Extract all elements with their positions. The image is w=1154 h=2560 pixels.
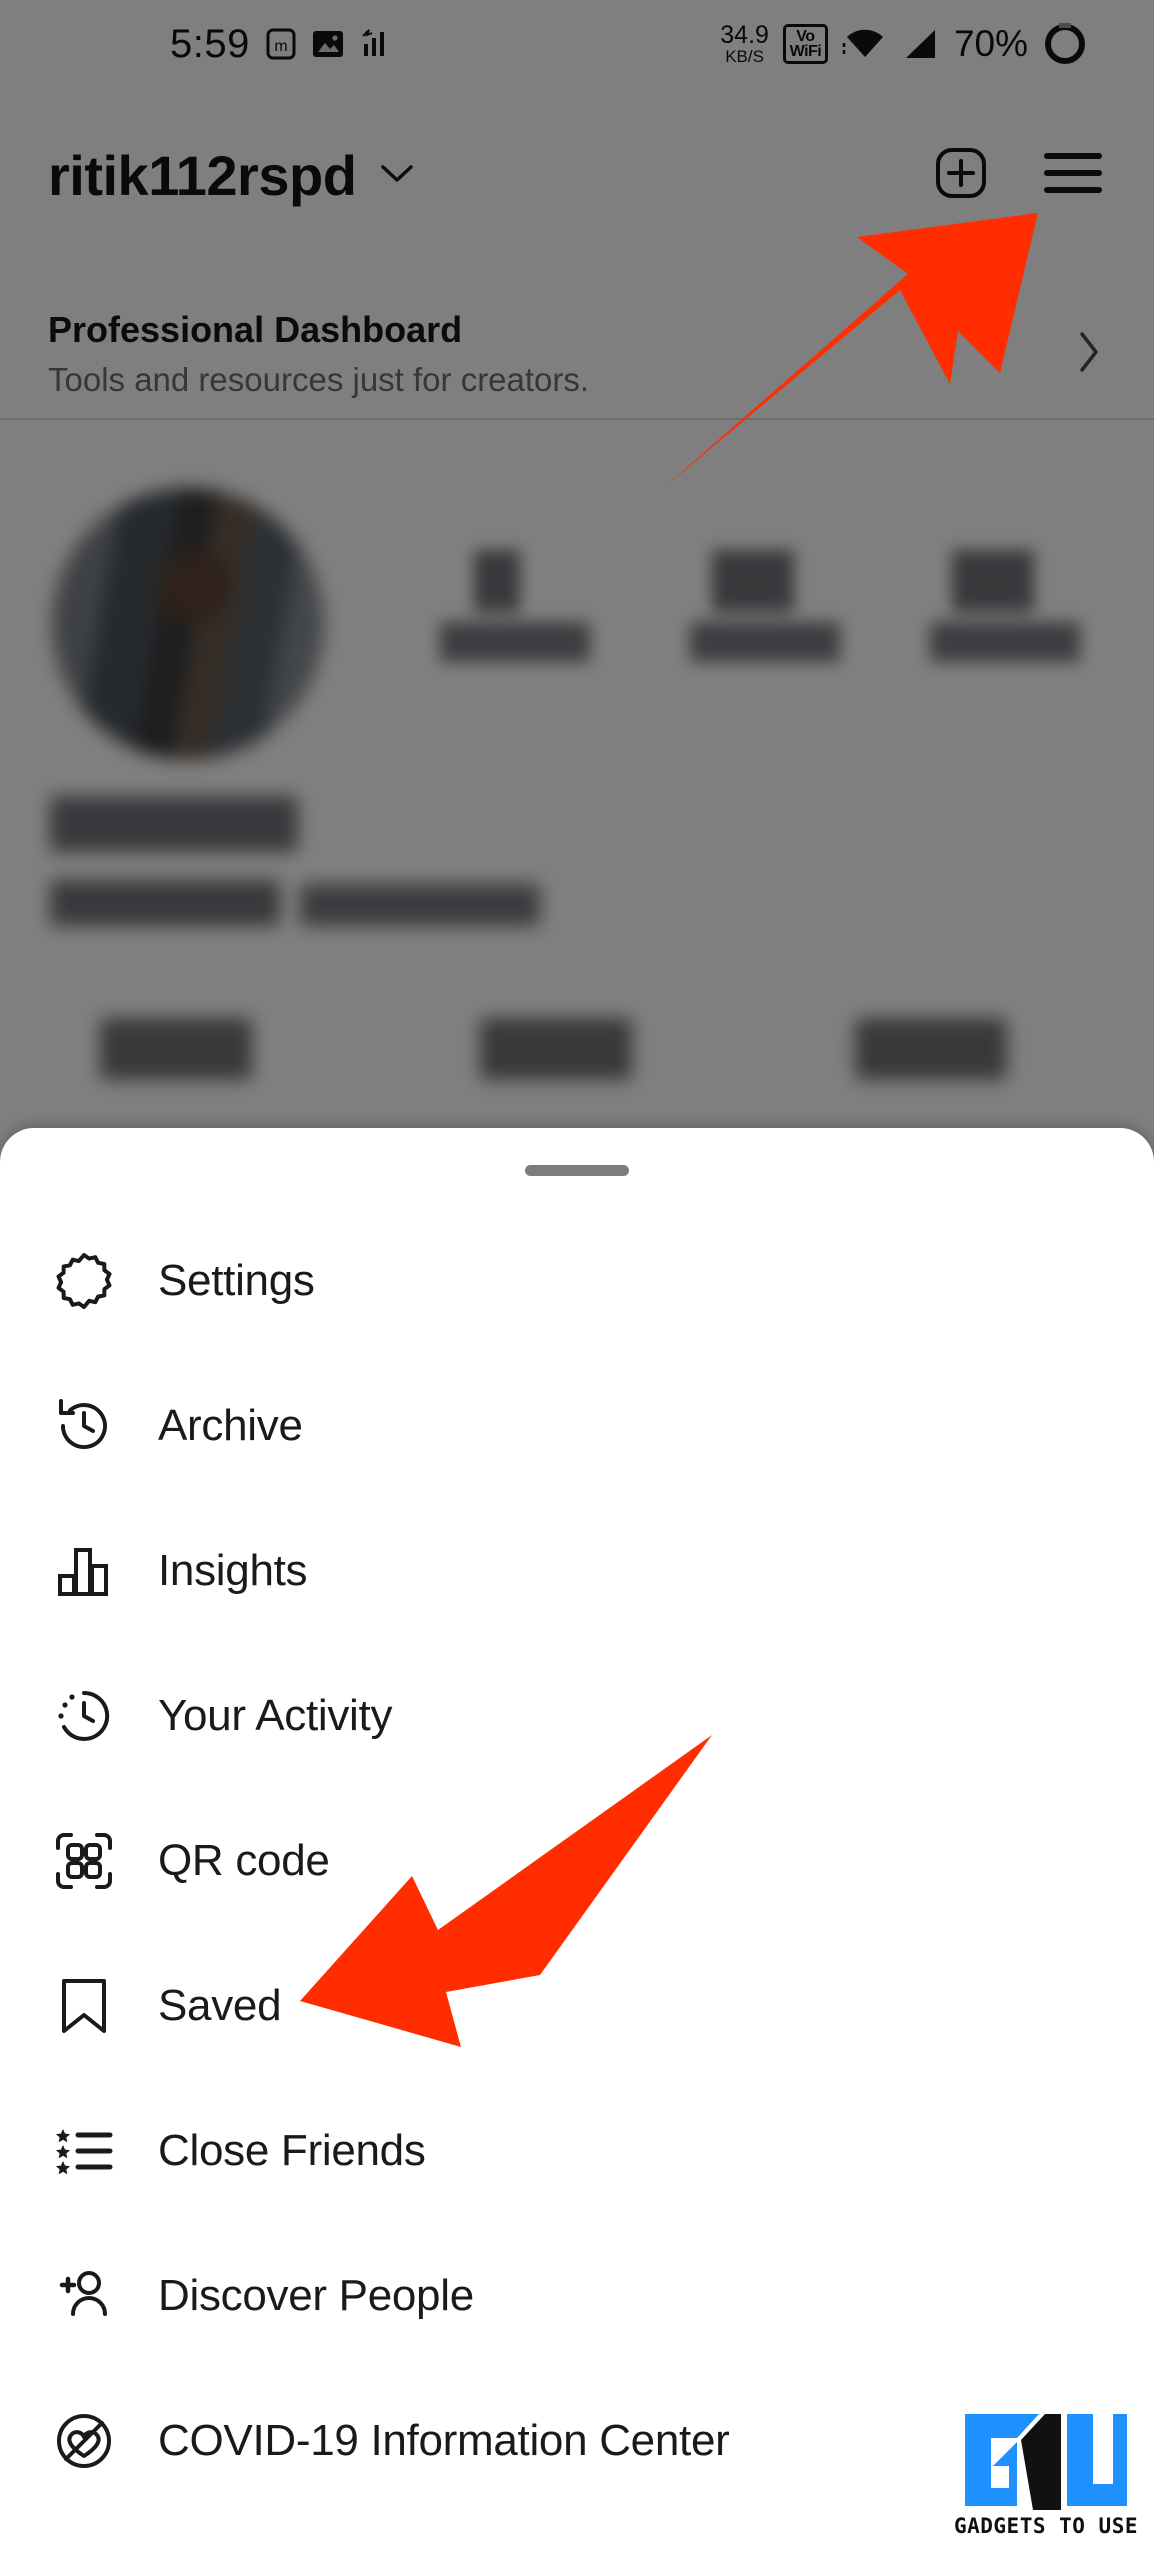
status-bar-left: 5:59 m <box>0 22 390 67</box>
menu-item-label: QR code <box>158 1835 330 1885</box>
chevron-right-icon <box>1076 329 1102 380</box>
profile-action-button-3[interactable] <box>855 1018 1007 1080</box>
vowifi-line2: WiFi <box>789 43 822 60</box>
menu-item-label: Settings <box>158 1255 315 1305</box>
menu-item-label: Saved <box>158 1980 282 2030</box>
professional-dashboard-subtitle: Tools and resources just for creators. <box>48 361 590 398</box>
professional-dashboard-row[interactable]: Professional Dashboard Tools and resourc… <box>0 290 1154 420</box>
sheet-drag-handle[interactable] <box>525 1165 629 1176</box>
battery-percent-label: 70% <box>953 23 1028 64</box>
heart-circle-icon <box>48 2405 120 2477</box>
stat-posts[interactable] <box>440 550 590 662</box>
menu-item-qr-code[interactable]: QR code <box>0 1788 1154 1933</box>
vowifi-icon: Vo WiFi <box>782 24 828 64</box>
profile-username: ritik112rspd <box>48 143 357 207</box>
gadgets-to-use-logo-icon <box>965 2414 1127 2510</box>
menu-item-label: Discover People <box>158 2270 474 2320</box>
profile-display-name <box>50 796 298 852</box>
menu-item-archive[interactable]: Archive <box>0 1353 1154 1498</box>
watermark-text: GADGETS TO USE <box>953 2514 1138 2538</box>
activity-clock-icon <box>48 1680 120 1752</box>
stat-following[interactable] <box>930 550 1080 662</box>
plus-box-icon[interactable] <box>930 142 992 209</box>
professional-dashboard-text: Professional Dashboard Tools and resourc… <box>48 309 589 399</box>
profile-action-button-1[interactable] <box>100 1018 252 1080</box>
data-speed-indicator: 34.9 KB/S <box>720 21 769 66</box>
menu-item-label: COVID-19 Information Center <box>158 2415 730 2465</box>
profile-header-actions <box>930 142 1104 209</box>
menu-item-label: Insights <box>158 1545 308 1595</box>
phone-screenshot: 5:59 m 34.9 KB/S Vo WiFi 70% ritik112rsp… <box>0 0 1154 2560</box>
menu-item-settings[interactable]: Settings <box>0 1208 1154 1353</box>
profile-body-blurred <box>0 440 1154 1130</box>
bookmark-icon <box>48 1970 120 2042</box>
menu-item-close-friends[interactable]: Close Friends <box>0 2078 1154 2223</box>
signal-graph-icon <box>360 28 390 60</box>
menu-item-label: Your Activity <box>158 1690 393 1740</box>
messenger-icon: m <box>266 28 296 60</box>
profile-action-button-2[interactable] <box>480 1018 632 1080</box>
cellular-signal-icon <box>902 27 940 61</box>
menu-list: Settings Archive Insights Your Activity … <box>0 1208 1154 2513</box>
username-switcher[interactable]: ritik112rspd <box>48 143 416 208</box>
professional-dashboard-title: Professional Dashboard <box>48 309 463 350</box>
menu-item-label: Close Friends <box>158 2125 426 2175</box>
chevron-down-icon <box>378 161 416 190</box>
gear-icon <box>48 1245 120 1317</box>
profile-header-bar: ritik112rspd <box>0 120 1154 230</box>
battery-ring-icon <box>1042 21 1088 67</box>
bottom-sheet-menu: Settings Archive Insights Your Activity … <box>0 1128 1154 2560</box>
bar-chart-icon <box>48 1535 120 1607</box>
vowifi-line1: Vo <box>796 27 815 45</box>
data-speed-value: 34.9 <box>720 21 769 49</box>
qr-code-icon <box>48 1825 120 1897</box>
star-list-icon <box>48 2115 120 2187</box>
menu-item-saved[interactable]: Saved <box>0 1933 1154 2078</box>
menu-item-discover-people[interactable]: Discover People <box>0 2223 1154 2368</box>
clock-rewind-icon <box>48 1390 120 1462</box>
profile-bio-line-1 <box>50 880 280 926</box>
menu-item-your-activity[interactable]: Your Activity <box>0 1643 1154 1788</box>
avatar[interactable] <box>52 488 324 760</box>
data-speed-unit: KB/S <box>725 47 764 66</box>
hamburger-menu-icon[interactable] <box>1042 148 1104 203</box>
stat-followers[interactable] <box>690 550 840 662</box>
person-plus-icon <box>48 2260 120 2332</box>
menu-item-label: Archive <box>158 1400 303 1450</box>
wifi-icon <box>842 26 888 62</box>
profile-bio-line-2 <box>300 884 540 926</box>
svg-text:m: m <box>274 38 287 55</box>
watermark: GADGETS TO USE <box>952 2404 1140 2552</box>
status-bar: 5:59 m 34.9 KB/S Vo WiFi 70% <box>0 0 1154 88</box>
status-bar-right: 34.9 KB/S Vo WiFi 70% <box>720 21 1088 67</box>
status-bar-clock: 5:59 <box>170 21 250 66</box>
menu-item-insights[interactable]: Insights <box>0 1498 1154 1643</box>
photos-icon <box>312 28 344 60</box>
